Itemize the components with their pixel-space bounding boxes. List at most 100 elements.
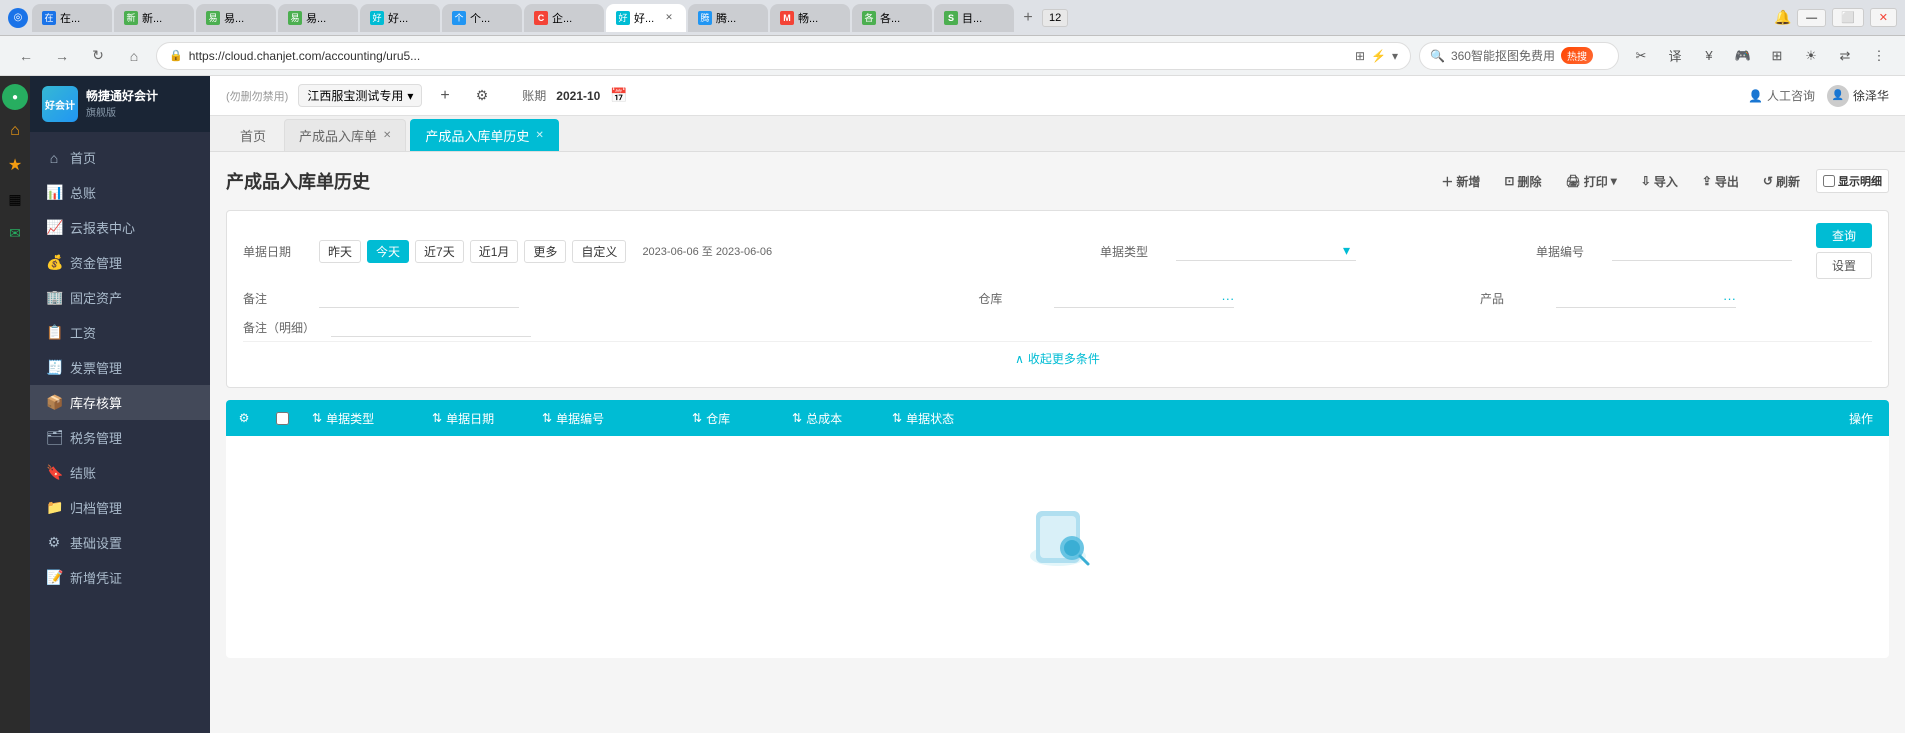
address-bar[interactable]: 🔒 https://cloud.chanjet.com/accounting/u… [156, 42, 1411, 70]
forward-button[interactable]: → [48, 42, 76, 70]
browser-tab[interactable]: 易 易... [196, 4, 276, 32]
browser-tab[interactable]: 好 好... [360, 4, 440, 32]
maximize-button[interactable]: ⬜ [1832, 8, 1864, 27]
add-button[interactable]: ＋ 新增 [1433, 169, 1488, 194]
browser-tab[interactable]: 易 易... [278, 4, 358, 32]
remark-input[interactable] [319, 289, 519, 308]
sidebar-item-tax[interactable]: 🗂 税务管理 [30, 420, 210, 455]
back-button[interactable]: ← [12, 42, 40, 70]
theme-icon[interactable]: ☀ [1797, 42, 1825, 70]
icon-sidebar-chart[interactable]: ▦ [2, 186, 28, 212]
window-controls[interactable]: ◎ [8, 8, 28, 28]
th-total-cost[interactable]: ⇅ 总成本 [782, 410, 882, 427]
sidebar-item-fixed-asset[interactable]: 🏢 固定资产 [30, 280, 210, 315]
tab-inventory-history[interactable]: 产成品入库单历史 ✕ [410, 119, 558, 151]
icon-sidebar-logo[interactable]: ● [2, 84, 28, 110]
add-account-button[interactable]: + [432, 83, 457, 109]
icon-sidebar-home[interactable]: ⌂ [2, 118, 28, 144]
grid-view-icon[interactable]: ⊞ [1763, 42, 1791, 70]
browser-tab[interactable]: 腾 腾... [688, 4, 768, 32]
collapse-filter-button[interactable]: ∧ 收起更多条件 [243, 341, 1872, 375]
warehouse-input[interactable] [1054, 289, 1221, 307]
sidebar-item-base-settings[interactable]: ⚙ 基础设置 [30, 525, 210, 560]
minimize-button[interactable]: — [1797, 9, 1826, 27]
display-checkbox[interactable] [1823, 175, 1835, 187]
setting-button[interactable]: 设置 [1816, 252, 1872, 279]
display-detail-button[interactable]: 显示明细 [1816, 169, 1889, 193]
yuan-icon[interactable]: ¥ [1695, 42, 1723, 70]
tab-close-icon[interactable]: ✕ [662, 11, 676, 25]
doc-type-dropdown-icon[interactable]: ▾ [1343, 242, 1350, 259]
1month-button[interactable]: 近1月 [470, 240, 519, 263]
th-doc-no[interactable]: ⇅ 单据编号 [532, 410, 682, 427]
icon-sidebar-mail[interactable]: ✉ [2, 220, 28, 246]
user-profile-button[interactable]: 👤 徐泽华 [1827, 85, 1889, 107]
close-button[interactable]: ✕ [1870, 8, 1897, 27]
product-selector[interactable]: ··· [1556, 289, 1736, 308]
more-icon[interactable]: ⋮ [1865, 42, 1893, 70]
customer-service-button[interactable]: 👤 人工咨询 [1748, 87, 1815, 104]
new-tab-button[interactable]: + [1016, 6, 1040, 30]
th-doc-date[interactable]: ⇅ 单据日期 [422, 410, 532, 427]
browser-tab-active[interactable]: 好 好... ✕ [606, 4, 686, 32]
sidebar-item-archive[interactable]: 📁 归档管理 [30, 490, 210, 525]
search-button[interactable]: 查询 [1816, 223, 1872, 248]
browser-tab[interactable]: 在 在... [32, 4, 112, 32]
sidebar-item-invoice[interactable]: 🧾 发票管理 [30, 350, 210, 385]
icon-sidebar-star[interactable]: ★ [2, 152, 28, 178]
sidebar-item-new-voucher[interactable]: 📝 新增凭证 [30, 560, 210, 595]
sidebar-item-home[interactable]: ⌂ 首页 [30, 140, 210, 175]
product-more-icon[interactable]: ··· [1723, 291, 1736, 306]
sidebar-item-inventory[interactable]: 📦 库存核算 [30, 385, 210, 420]
select-all-checkbox[interactable] [276, 412, 289, 425]
sync-icon[interactable]: ⇄ [1831, 42, 1859, 70]
table-settings-button[interactable]: ⚙ [226, 411, 262, 425]
doc-no-input[interactable] [1612, 242, 1792, 261]
browser-tab[interactable]: S 目... [934, 4, 1014, 32]
tab-home[interactable]: 首页 [226, 120, 280, 151]
tab-count-button[interactable]: 12 [1042, 9, 1068, 27]
restore-icon[interactable]: 🔔 [1775, 10, 1791, 26]
tab-close-icon[interactable]: ✕ [383, 130, 391, 141]
sidebar-item-payroll[interactable]: 📋 工资 [30, 315, 210, 350]
detail-remark-input[interactable] [331, 318, 531, 337]
browser-tab[interactable]: 新 新... [114, 4, 194, 32]
scissors-icon[interactable]: ✂ [1627, 42, 1655, 70]
refresh-button[interactable]: ↻ [84, 42, 112, 70]
yesterday-button[interactable]: 昨天 [319, 240, 361, 263]
th-doc-type[interactable]: ⇅ 单据类型 [302, 410, 422, 427]
doc-type-selector[interactable]: ▾ [1176, 242, 1356, 261]
sidebar-item-general-ledger[interactable]: 📊 总账 [30, 175, 210, 210]
sidebar-item-cloud-report[interactable]: 📈 云报表中心 [30, 210, 210, 245]
bolt-icon[interactable]: ⚡ [1371, 49, 1386, 63]
doc-type-input[interactable] [1176, 242, 1343, 260]
browser-tab[interactable]: 各 各... [852, 4, 932, 32]
grid-icon[interactable]: ⊞ [1355, 49, 1365, 63]
warehouse-more-icon[interactable]: ··· [1221, 291, 1234, 306]
home-button[interactable]: ⌂ [120, 42, 148, 70]
custom-button[interactable]: 自定义 [572, 240, 626, 263]
browser-tab[interactable]: C 企... [524, 4, 604, 32]
table-select-all[interactable] [262, 412, 302, 425]
today-button[interactable]: 今天 [367, 240, 409, 263]
delete-button[interactable]: ⊡ 删除 [1496, 169, 1549, 194]
browser-tab[interactable]: M 畅... [770, 4, 850, 32]
tab-close-icon[interactable]: ✕ [535, 130, 543, 141]
print-button[interactable]: 🖨 打印 ▾ [1557, 169, 1624, 194]
browser-tab[interactable]: 个 个... [442, 4, 522, 32]
tab-inventory-doc[interactable]: 产成品入库单 ✕ [284, 119, 406, 151]
chevron-down-icon[interactable]: ▾ [1392, 49, 1398, 63]
7days-button[interactable]: 近7天 [415, 240, 464, 263]
sidebar-item-fund-mgmt[interactable]: 💰 资金管理 [30, 245, 210, 280]
more-button[interactable]: 更多 [524, 240, 566, 263]
refresh-button[interactable]: ↺ 刷新 [1755, 169, 1808, 194]
search-bar[interactable]: 🔍 360智能抠图免费用 热搜 [1419, 42, 1619, 70]
game-icon[interactable]: 🎮 [1729, 42, 1757, 70]
warehouse-selector[interactable]: ··· [1054, 289, 1234, 308]
th-warehouse[interactable]: ⇅ 仓库 [682, 410, 782, 427]
export-button[interactable]: ⇪ 导出 [1694, 169, 1747, 194]
sidebar-item-checkout[interactable]: 🔖 结账 [30, 455, 210, 490]
account-settings-button[interactable]: ⚙ [468, 83, 497, 108]
import-button[interactable]: ⇩ 导入 [1633, 169, 1686, 194]
calendar-icon[interactable]: 📅 [610, 87, 627, 104]
